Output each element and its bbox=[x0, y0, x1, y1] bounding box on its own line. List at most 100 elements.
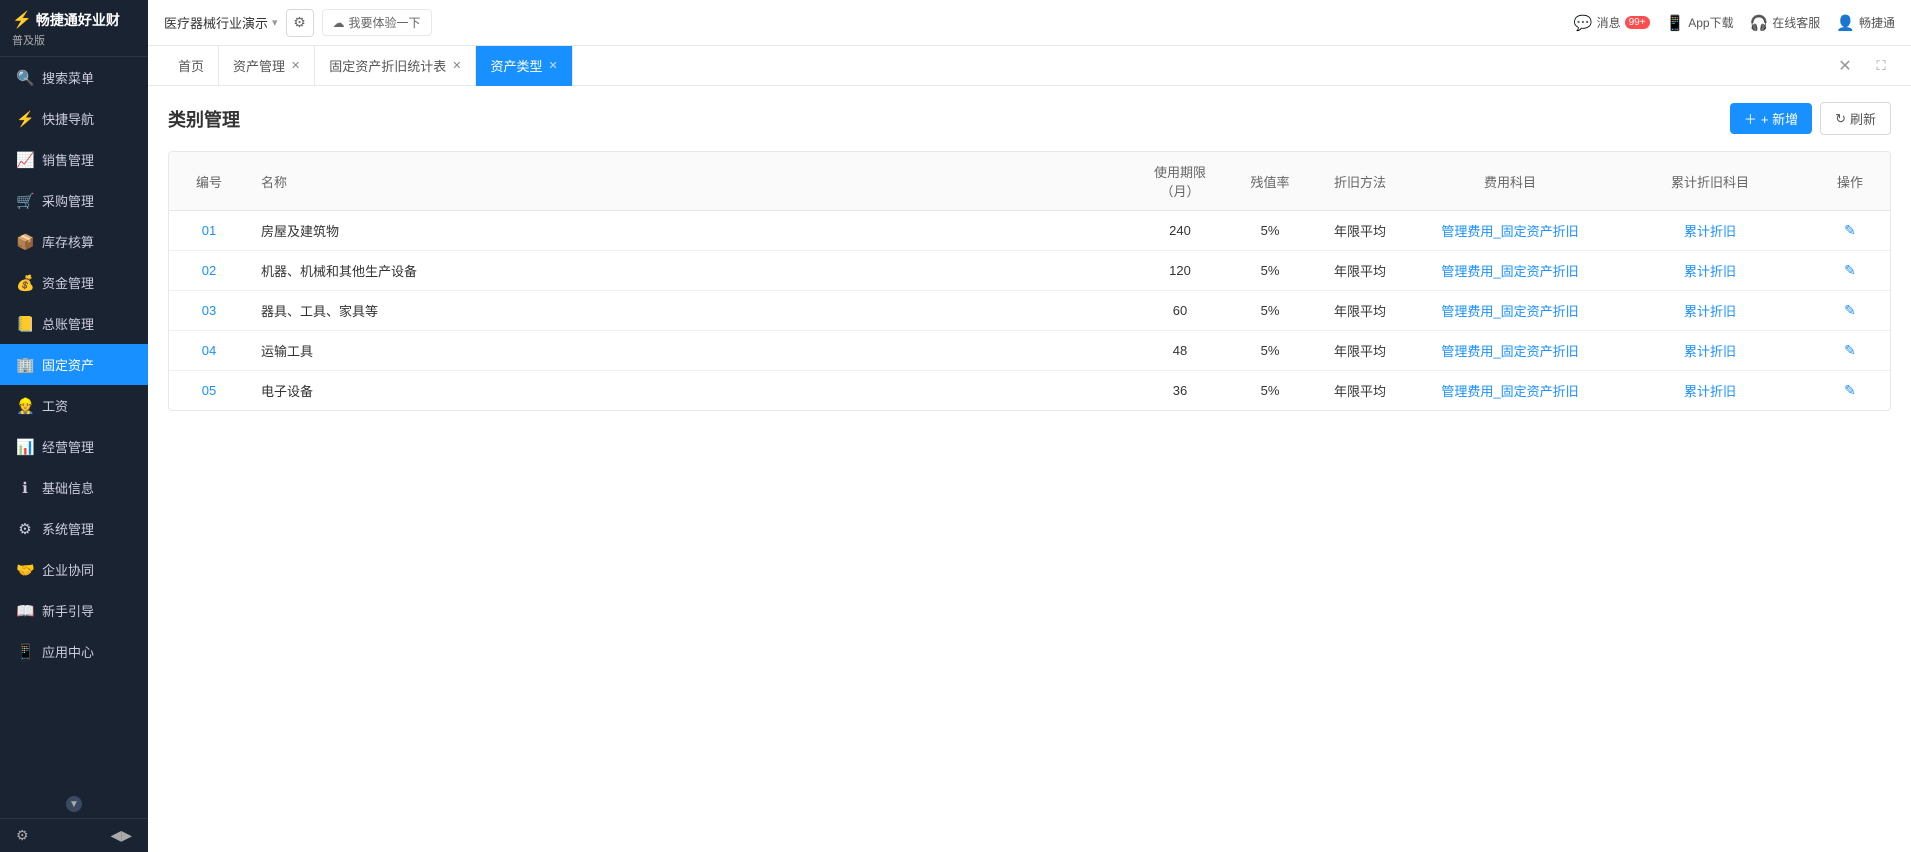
sidebar-item-basic-info[interactable]: ℹ 基础信息 bbox=[0, 467, 148, 508]
cell-residual: 5% bbox=[1230, 331, 1310, 371]
cell-method: 年限平均 bbox=[1310, 211, 1410, 251]
sidebar-item-quicknav[interactable]: ⚡ 快捷导航 bbox=[0, 98, 148, 139]
sidebar-item-label: 库存核算 bbox=[42, 232, 94, 251]
topbar-left: 医疗器械行业演示 ▾ ⚙ ☁ 我要体验一下 bbox=[164, 9, 432, 37]
edit-icon[interactable]: ✎ bbox=[1844, 222, 1856, 238]
sidebar-item-ledger[interactable]: 📒 总账管理 bbox=[0, 303, 148, 344]
app-download-btn[interactable]: 📱 App下载 bbox=[1666, 14, 1734, 32]
purchase-icon: 🛒 bbox=[16, 192, 34, 210]
sidebar-item-label: 新手引导 bbox=[42, 601, 94, 620]
sidebar-item-sales[interactable]: 📈 销售管理 bbox=[0, 139, 148, 180]
sidebar-item-guide[interactable]: 📖 新手引导 bbox=[0, 590, 148, 631]
user-btn[interactable]: 👤 畅捷通 bbox=[1836, 14, 1895, 32]
topbar-gear-btn[interactable]: ⚙ bbox=[286, 9, 314, 37]
sidebar-item-appstore[interactable]: 📱 应用中心 bbox=[0, 631, 148, 672]
edit-icon[interactable]: ✎ bbox=[1844, 382, 1856, 398]
cell-accum: 累计折旧 bbox=[1610, 251, 1810, 291]
cell-residual: 5% bbox=[1230, 251, 1310, 291]
sidebar-bottom: ⚙ ◀▶ bbox=[0, 818, 148, 852]
tab-close-icon[interactable]: ✕ bbox=[549, 59, 558, 72]
page-header: 类别管理 ＋ + 新增 ↻ 刷新 bbox=[168, 102, 1891, 135]
col-header-period: 使用期限（月） bbox=[1130, 152, 1230, 211]
table-row: 05 电子设备 36 5% 年限平均 管理费用_固定资产折旧 累计折旧 ✎ bbox=[169, 371, 1890, 411]
page-actions: ＋ + 新增 ↻ 刷新 bbox=[1730, 102, 1891, 135]
message-btn[interactable]: 💬 消息 99+ bbox=[1574, 14, 1650, 32]
tab-label: 资产管理 bbox=[233, 56, 285, 75]
sidebar-item-label: 经营管理 bbox=[42, 437, 94, 456]
tab-asset-management[interactable]: 资产管理 ✕ bbox=[219, 46, 315, 86]
refresh-btn[interactable]: ↻ 刷新 bbox=[1820, 102, 1891, 135]
funds-icon: 💰 bbox=[16, 274, 34, 292]
col-header-residual: 残值率 bbox=[1230, 152, 1310, 211]
cell-period: 36 bbox=[1130, 371, 1230, 411]
app-edition: 普及版 bbox=[12, 32, 136, 48]
tab-close-all-icon[interactable]: ✕ bbox=[1831, 52, 1859, 80]
cell-name: 器具、工具、家具等 bbox=[249, 291, 1130, 331]
cell-accum: 累计折旧 bbox=[1610, 211, 1810, 251]
new-btn[interactable]: ＋ + 新增 bbox=[1730, 103, 1812, 134]
cell-method: 年限平均 bbox=[1310, 371, 1410, 411]
cell-action: ✎ bbox=[1810, 251, 1890, 291]
sidebar-item-purchase[interactable]: 🛒 采购管理 bbox=[0, 180, 148, 221]
tab-label: 首页 bbox=[178, 56, 204, 75]
sidebar-item-system[interactable]: ⚙ 系统管理 bbox=[0, 508, 148, 549]
sidebar-item-label: 系统管理 bbox=[42, 519, 94, 538]
topbar-dropdown-icon[interactable]: ▾ bbox=[272, 16, 278, 29]
edit-icon[interactable]: ✎ bbox=[1844, 302, 1856, 318]
data-table-wrapper: 编号 名称 使用期限（月） 残值率 折旧方法 费用科目 累计折旧科目 操作 01… bbox=[168, 151, 1891, 411]
cell-period: 48 bbox=[1130, 331, 1230, 371]
sidebar-item-label: 工资 bbox=[42, 396, 68, 415]
sidebar-item-fixed-assets[interactable]: 🏢 固定资产 bbox=[0, 344, 148, 385]
topbar-title: 医疗器械行业演示 ▾ bbox=[164, 13, 278, 32]
edit-icon[interactable]: ✎ bbox=[1844, 342, 1856, 358]
sidebar-item-enterprise[interactable]: 🤝 企业协同 bbox=[0, 549, 148, 590]
cell-no: 05 bbox=[169, 371, 249, 411]
sales-icon: 📈 bbox=[16, 151, 34, 169]
tab-asset-type[interactable]: 资产类型 ✕ bbox=[476, 46, 572, 86]
tab-close-icon[interactable]: ✕ bbox=[452, 59, 461, 72]
cell-name: 运输工具 bbox=[249, 331, 1130, 371]
online-service-btn[interactable]: 🎧 在线客服 bbox=[1750, 14, 1821, 32]
tab-expand-icon[interactable]: ⛶ bbox=[1867, 52, 1895, 80]
sidebar-item-funds[interactable]: 💰 资金管理 bbox=[0, 262, 148, 303]
cell-method: 年限平均 bbox=[1310, 251, 1410, 291]
table-header-row: 编号 名称 使用期限（月） 残值率 折旧方法 费用科目 累计折旧科目 操作 bbox=[169, 152, 1890, 211]
cell-expense: 管理费用_固定资产折旧 bbox=[1410, 291, 1610, 331]
collapse-icon[interactable]: ◀▶ bbox=[110, 827, 132, 844]
cell-period: 240 bbox=[1130, 211, 1230, 251]
edit-icon[interactable]: ✎ bbox=[1844, 262, 1856, 278]
topbar: 医疗器械行业演示 ▾ ⚙ ☁ 我要体验一下 💬 消息 99+ 📱 App下载 🎧… bbox=[148, 0, 1911, 46]
col-header-expense: 费用科目 bbox=[1410, 152, 1610, 211]
category-table: 编号 名称 使用期限（月） 残值率 折旧方法 费用科目 累计折旧科目 操作 01… bbox=[169, 152, 1890, 410]
tabs-bar: 首页 资产管理 ✕ 固定资产折旧统计表 ✕ 资产类型 ✕ ✕ ⛶ bbox=[148, 46, 1911, 86]
cell-action: ✎ bbox=[1810, 211, 1890, 251]
search-icon: 🔍 bbox=[16, 69, 34, 87]
sidebar-item-search[interactable]: 🔍 搜索菜单 bbox=[0, 57, 148, 98]
sidebar-item-management[interactable]: 📊 经营管理 bbox=[0, 426, 148, 467]
sidebar-item-inventory[interactable]: 📦 库存核算 bbox=[0, 221, 148, 262]
topbar-experience-btn[interactable]: ☁ 我要体验一下 bbox=[322, 9, 432, 36]
cloud-icon: ☁ bbox=[333, 16, 345, 30]
management-icon: 📊 bbox=[16, 438, 34, 456]
sidebar-item-salary[interactable]: 👷 工资 bbox=[0, 385, 148, 426]
fixed-assets-icon: 🏢 bbox=[16, 356, 34, 374]
cell-name: 房屋及建筑物 bbox=[249, 211, 1130, 251]
info-icon: ℹ bbox=[16, 479, 34, 497]
sidebar-item-label: 搜索菜单 bbox=[42, 68, 94, 87]
sidebar-item-label: 固定资产 bbox=[42, 355, 94, 374]
table-row: 01 房屋及建筑物 240 5% 年限平均 管理费用_固定资产折旧 累计折旧 ✎ bbox=[169, 211, 1890, 251]
ledger-icon: 📒 bbox=[16, 315, 34, 333]
cell-residual: 5% bbox=[1230, 291, 1310, 331]
table-row: 04 运输工具 48 5% 年限平均 管理费用_固定资产折旧 累计折旧 ✎ bbox=[169, 331, 1890, 371]
scroll-down-btn[interactable]: ▼ bbox=[66, 796, 82, 812]
tab-close-icon[interactable]: ✕ bbox=[291, 59, 300, 72]
guide-icon: 📖 bbox=[16, 602, 34, 620]
enterprise-icon: 🤝 bbox=[16, 561, 34, 579]
tab-home[interactable]: 首页 bbox=[164, 46, 219, 86]
settings-icon[interactable]: ⚙ bbox=[16, 827, 29, 844]
tab-depreciation-table[interactable]: 固定资产折旧统计表 ✕ bbox=[315, 46, 476, 86]
cell-action: ✎ bbox=[1810, 291, 1890, 331]
salary-icon: 👷 bbox=[16, 397, 34, 415]
appstore-icon: 📱 bbox=[16, 643, 34, 661]
sidebar-item-label: 总账管理 bbox=[42, 314, 94, 333]
